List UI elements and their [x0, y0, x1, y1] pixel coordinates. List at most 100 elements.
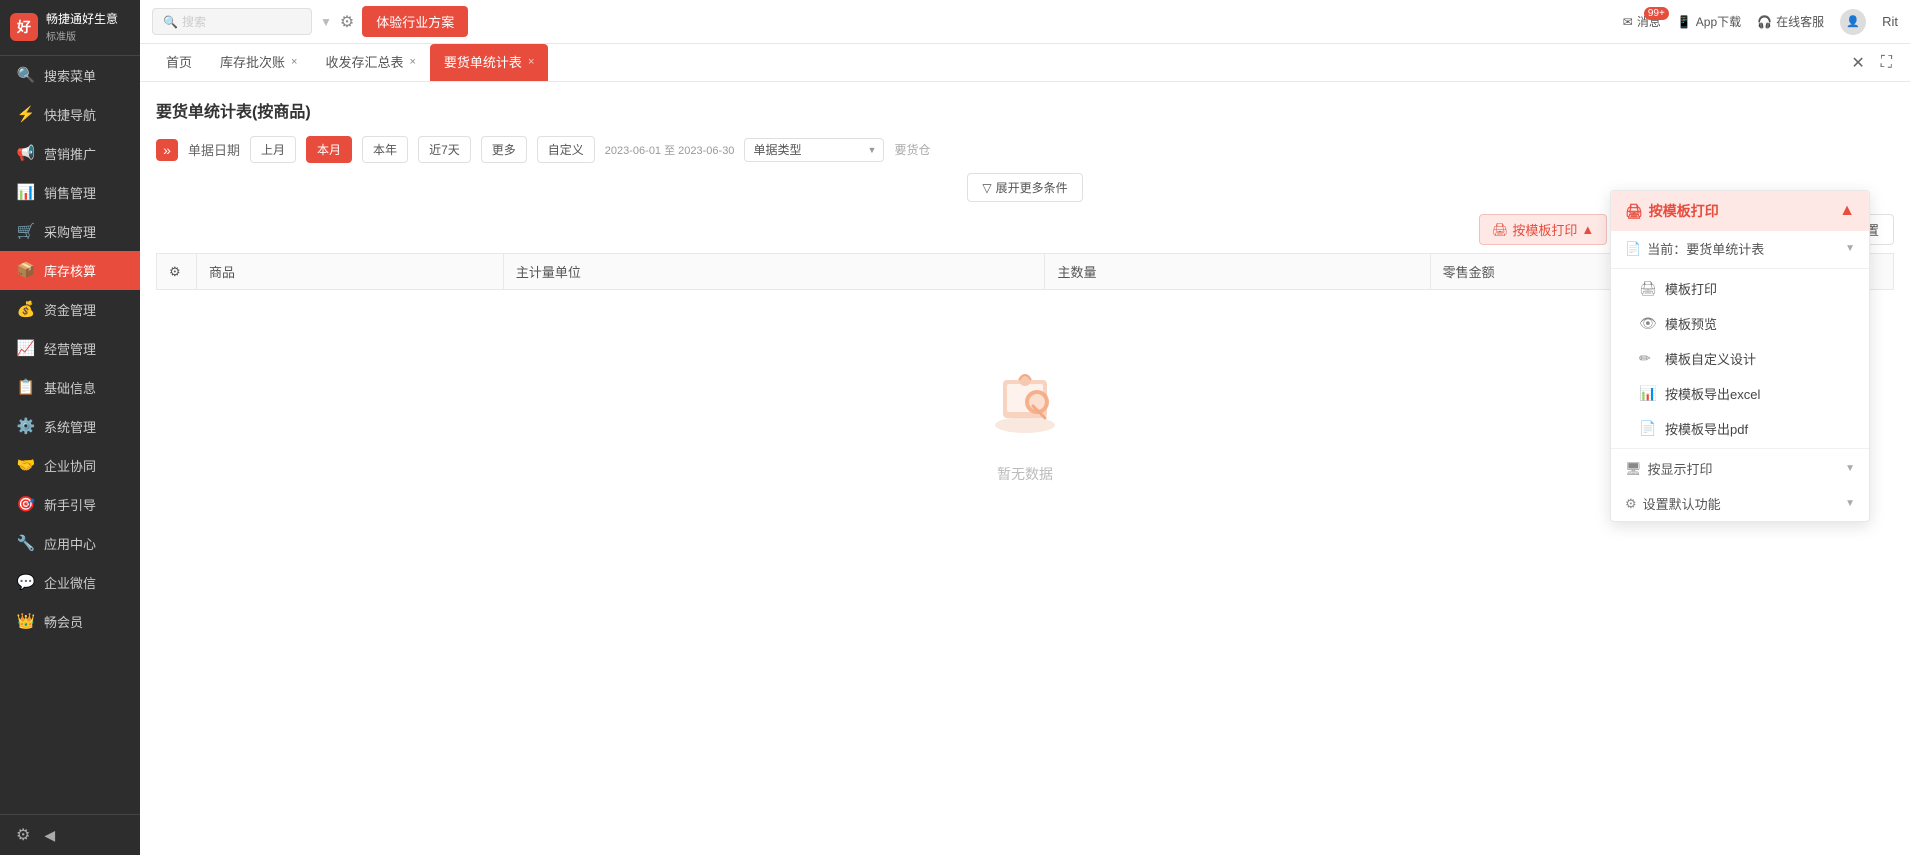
app-download-item[interactable]: 📱 App下载	[1677, 13, 1741, 30]
dropdown-divider-1	[1611, 268, 1869, 269]
chevron-up-icon: ▲	[1581, 222, 1594, 237]
export-pdf-icon: 📄	[1639, 420, 1657, 437]
table-col-quantity: 主数量	[1045, 254, 1430, 290]
tab-close-order-stats[interactable]: ×	[528, 56, 534, 68]
tab-close-inventory-batch[interactable]: ×	[291, 56, 297, 68]
set-default-icon: ⚙	[1625, 496, 1637, 512]
tab-home[interactable]: 首页	[152, 44, 206, 81]
sidebar-item-guide[interactable]: 🎯 新手引导	[0, 485, 140, 524]
expand-conditions-button[interactable]: ▽ 展开更多条件	[967, 173, 1082, 202]
maximize-window-button[interactable]: ⛶	[1875, 51, 1898, 75]
date-this-year-button[interactable]: 本年	[362, 136, 408, 163]
tab-order-stats[interactable]: 要货单统计表 ×	[430, 44, 548, 81]
sidebar-item-marketing[interactable]: 📢 营销推广	[0, 134, 140, 173]
industry-solution-button[interactable]: 体验行业方案	[362, 6, 468, 37]
date-last-month-button[interactable]: 上月	[250, 136, 296, 163]
wechat-icon: 💬	[16, 573, 36, 591]
app-center-icon: 🔧	[16, 534, 36, 552]
tab-receipts-summary[interactable]: 收发存汇总表 ×	[311, 44, 429, 81]
content-area: 要货单统计表(按商品) » 单据日期 上月 本月 本年 近7天 更多 自定义 2…	[140, 82, 1910, 855]
dropdown-item-template-print[interactable]: 🖨 模板打印	[1611, 271, 1869, 306]
date-7days-button[interactable]: 近7天	[418, 136, 471, 163]
sidebar-item-purchase[interactable]: 🛒 采购管理	[0, 212, 140, 251]
current-template-icon: 📄	[1625, 241, 1641, 257]
sidebar-item-quick-nav[interactable]: ⚡ 快捷导航	[0, 95, 140, 134]
template-custom-icon: ✏	[1639, 350, 1657, 367]
dropdown-title: 🖨 按模板打印	[1625, 201, 1719, 221]
inventory-icon: 📦	[16, 261, 36, 279]
settings-icon[interactable]: ⚙	[16, 825, 30, 845]
topbar-search-icon: 🔍	[163, 15, 178, 29]
set-default-section[interactable]: ⚙ 设置默认功能 ▼	[1611, 486, 1869, 521]
template-preview-icon: 👁	[1639, 315, 1657, 332]
sidebar-item-sales[interactable]: 📊 销售管理	[0, 173, 140, 212]
type-select-wrap: 单据类型	[744, 138, 884, 162]
template-print-button[interactable]: 🖨 按模板打印 ▲	[1479, 214, 1607, 245]
member-icon: 👑	[16, 612, 36, 630]
sidebar-item-finance[interactable]: 💰 资金管理	[0, 290, 140, 329]
display-print-icon: 🖥	[1625, 461, 1642, 477]
guide-icon: 🎯	[16, 495, 36, 513]
sidebar-item-app-center[interactable]: 🔧 应用中心	[0, 524, 140, 563]
topbar-search-box[interactable]: 🔍 搜索	[152, 8, 312, 35]
expand-icon: ▽	[982, 181, 991, 195]
date-this-month-button[interactable]: 本月	[306, 136, 352, 163]
collapse-icon[interactable]: ◀	[44, 827, 55, 844]
app-download-icon: 📱	[1677, 15, 1692, 29]
tab-inventory-batch[interactable]: 库存批次账 ×	[206, 44, 311, 81]
sidebar-navigation: 🔍 搜索菜单 ⚡ 快捷导航 📢 营销推广 📊 销售管理 🛒 采购管理 📦 库存核…	[0, 56, 140, 814]
empty-svg	[975, 350, 1075, 450]
messages-icon: ✉	[1623, 15, 1633, 29]
dropdown-item-export-pdf[interactable]: 📄 按模板导出pdf	[1611, 411, 1869, 446]
messages-item[interactable]: ✉ 消息 99+	[1623, 13, 1661, 30]
table-col-unit: 主计量单位	[503, 254, 1045, 290]
quick-nav-icon: ⚡	[16, 105, 36, 123]
dropdown-item-template-preview[interactable]: 👁 模板预览	[1611, 306, 1869, 341]
sidebar-item-wechat[interactable]: 💬 企业微信	[0, 563, 140, 602]
sidebar-item-system[interactable]: ⚙️ 系统管理	[0, 407, 140, 446]
page-title: 要货单统计表(按商品)	[156, 98, 1894, 122]
sidebar-item-inventory[interactable]: 📦 库存核算	[0, 251, 140, 290]
dropdown-close-button[interactable]: ▲	[1839, 202, 1855, 220]
settings-gear-icon[interactable]: ⚙	[340, 12, 354, 32]
current-template-section[interactable]: 📄 当前：要货单统计表 ▼	[1611, 231, 1869, 266]
tab-close-receipts-summary[interactable]: ×	[409, 56, 415, 68]
column-settings-icon[interactable]: ⚙	[169, 264, 181, 279]
user-name: Rit	[1882, 14, 1898, 29]
dropdown-panel: 🖨 按模板打印 ▲ 📄 当前：要货单统计表 ▼ 🖨 模板打印 👁	[1610, 190, 1870, 522]
template-print-icon: 🖨	[1639, 280, 1657, 297]
dropdown-arrow[interactable]: ▼	[320, 15, 332, 29]
date-more-button[interactable]: 更多	[481, 136, 527, 163]
table-col-settings[interactable]: ⚙	[157, 254, 197, 290]
date-range-text: 2023-06-01 至 2023-06-30	[605, 142, 735, 158]
sidebar-item-member[interactable]: 👑 畅会员	[0, 602, 140, 641]
sidebar: 好 畅捷通好生意 标准版 🔍 搜索菜单 ⚡ 快捷导航 📢 营销推广 📊 销售管理…	[0, 0, 140, 855]
dropdown-item-export-excel[interactable]: 📊 按模板导出excel	[1611, 376, 1869, 411]
filter-bar: » 单据日期 上月 本月 本年 近7天 更多 自定义 2023-06-01 至 …	[156, 136, 1894, 163]
online-service-item[interactable]: 🎧 在线客服	[1757, 13, 1824, 30]
dropdown-item-template-custom[interactable]: ✏ 模板自定义设计	[1611, 341, 1869, 376]
headset-icon: 🎧	[1757, 15, 1772, 29]
sidebar-item-basic-info[interactable]: 📋 基础信息	[0, 368, 140, 407]
sidebar-item-search[interactable]: 🔍 搜索菜单	[0, 56, 140, 95]
topbar: 🔍 搜索 ▼ ⚙ 体验行业方案 ✉ 消息 99+ 📱 App下载 🎧 在线客服 …	[140, 0, 1910, 44]
sales-icon: 📊	[16, 183, 36, 201]
display-print-section[interactable]: 🖥 按显示打印 ▼	[1611, 451, 1869, 486]
sidebar-logo-text: 畅捷通好生意 标准版	[46, 12, 118, 43]
printer-dropdown-icon: 🖨	[1625, 203, 1643, 220]
app-logo-icon: 好	[10, 13, 38, 41]
type-select[interactable]: 单据类型	[744, 138, 884, 162]
operations-icon: 📈	[16, 339, 36, 357]
sidebar-item-operations[interactable]: 📈 经营管理	[0, 329, 140, 368]
filter-toggle-button[interactable]: »	[156, 139, 178, 161]
dropdown-divider-2	[1611, 448, 1869, 449]
main-area: 🔍 搜索 ▼ ⚙ 体验行业方案 ✉ 消息 99+ 📱 App下载 🎧 在线客服 …	[140, 0, 1910, 855]
tabs-actions: ✕ ⛶	[1845, 51, 1898, 75]
table-col-goods: 商品	[197, 254, 504, 290]
sidebar-item-collab[interactable]: 🤝 企业协同	[0, 446, 140, 485]
goods-warehouse-label: 要货仓	[894, 141, 974, 158]
user-avatar[interactable]: 👤	[1840, 9, 1866, 35]
date-custom-button[interactable]: 自定义	[537, 136, 595, 163]
sidebar-bottom: ⚙ ◀	[0, 814, 140, 855]
close-window-button[interactable]: ✕	[1845, 51, 1870, 75]
